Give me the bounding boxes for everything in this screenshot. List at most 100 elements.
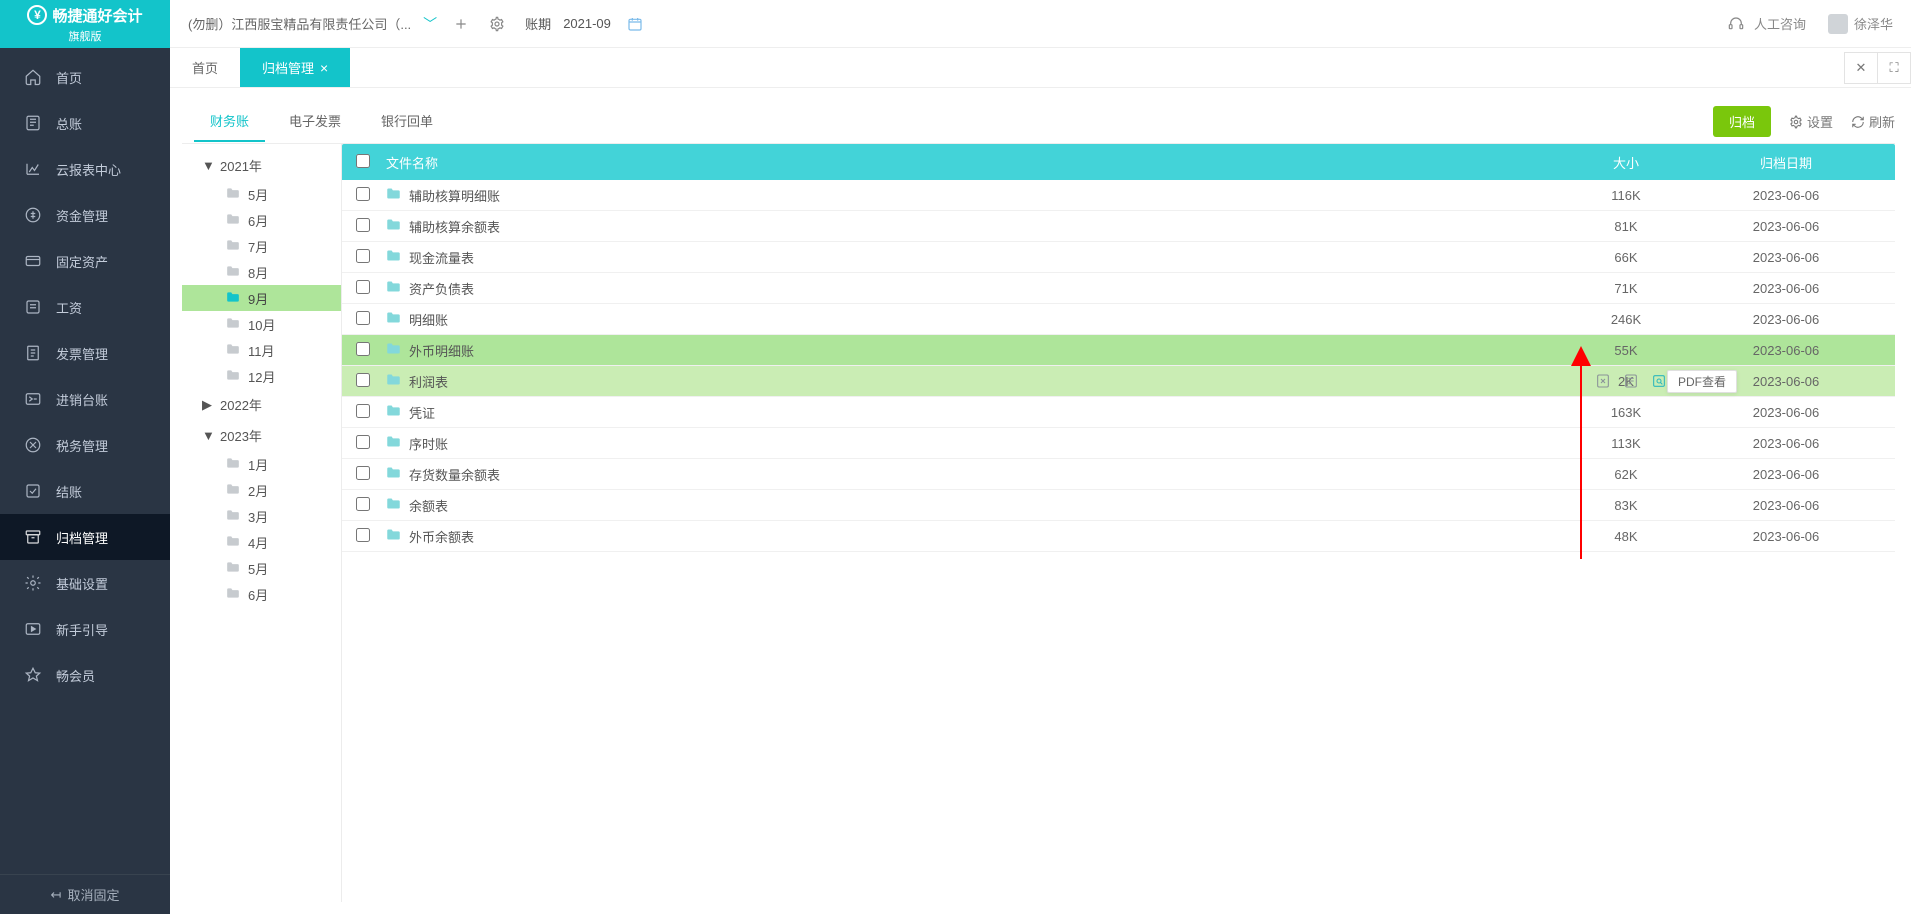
row-checkbox[interactable]: [356, 311, 370, 325]
file-date: 2023-06-06: [1691, 219, 1881, 234]
tree-month[interactable]: 11月: [182, 337, 341, 363]
sidebar-item-ledger[interactable]: 总账: [0, 100, 170, 146]
row-checkbox[interactable]: [356, 249, 370, 263]
table-row[interactable]: 明细账246K2023-06-06: [342, 304, 1895, 335]
tree-month[interactable]: 1月: [182, 451, 341, 477]
row-checkbox[interactable]: [356, 280, 370, 294]
company-dropdown-icon[interactable]: ﹀: [423, 14, 437, 34]
table-row[interactable]: 利润表2K2023-06-06PDF查看: [342, 366, 1895, 397]
company-name[interactable]: (勿删）江西服宝精品有限责任公司（...: [188, 14, 411, 33]
tree-month-label: 12月: [248, 367, 275, 386]
sidebar-item-label: 归档管理: [56, 528, 108, 547]
sidebar-item-guide[interactable]: 新手引导: [0, 606, 170, 652]
sidebar-item-member[interactable]: 畅会员: [0, 652, 170, 698]
tree-year[interactable]: ▼2021年: [182, 150, 341, 181]
table-row[interactable]: 资产负债表71K2023-06-06: [342, 273, 1895, 304]
period-label: 账期: [525, 14, 551, 33]
tree-month[interactable]: 7月: [182, 233, 341, 259]
tab-0[interactable]: 首页: [170, 48, 240, 87]
col-name: 文件名称: [386, 153, 1561, 172]
tab-fullscreen[interactable]: ⛶: [1877, 52, 1911, 84]
table-row[interactable]: 序时账113K2023-06-06: [342, 428, 1895, 459]
sidebar-item-label: 畅会员: [56, 666, 95, 685]
refresh-link[interactable]: 刷新: [1851, 112, 1895, 131]
sidebar-item-asset[interactable]: 固定资产: [0, 238, 170, 284]
tab-label: 归档管理: [262, 58, 314, 77]
sidebar-item-money[interactable]: 资金管理: [0, 192, 170, 238]
tree-month[interactable]: 5月: [182, 555, 341, 581]
tree-month[interactable]: 2月: [182, 477, 341, 503]
export-xls-icon[interactable]: [1593, 371, 1613, 391]
sidebar-footer-unpin[interactable]: ↤ 取消固定: [0, 874, 170, 914]
sidebar-item-invoice[interactable]: 发票管理: [0, 330, 170, 376]
tree-month[interactable]: 3月: [182, 503, 341, 529]
table-row[interactable]: 辅助核算明细账116K2023-06-06: [342, 180, 1895, 211]
sidebar-item-chart[interactable]: 云报表中心: [0, 146, 170, 192]
calendar-icon[interactable]: [623, 12, 647, 36]
tree-year[interactable]: ▼2023年: [182, 420, 341, 451]
sidebar-item-closing[interactable]: 结账: [0, 468, 170, 514]
tab-close-all[interactable]: ✕: [1844, 52, 1878, 84]
period-value[interactable]: 2021-09: [563, 16, 611, 31]
tree-month[interactable]: 4月: [182, 529, 341, 555]
row-checkbox[interactable]: [356, 187, 370, 201]
subtab-2[interactable]: 银行回单: [365, 101, 449, 142]
export-pdf-icon[interactable]: [1621, 371, 1641, 391]
row-checkbox[interactable]: [356, 528, 370, 542]
sidebar-item-label: 进销台账: [56, 390, 108, 409]
sidebar-item-tax[interactable]: 税务管理: [0, 422, 170, 468]
member-icon: [24, 666, 42, 684]
row-checkbox[interactable]: [356, 466, 370, 480]
table-row[interactable]: 外币余额表48K2023-06-06: [342, 521, 1895, 552]
row-checkbox[interactable]: [356, 373, 370, 387]
file-date: 2023-06-06: [1691, 343, 1881, 358]
file-name: 辅助核算余额表: [409, 217, 500, 236]
row-checkbox[interactable]: [356, 404, 370, 418]
user-name[interactable]: 徐泽华: [1854, 14, 1893, 33]
sidebar-item-label: 首页: [56, 68, 82, 87]
select-all-checkbox[interactable]: [356, 154, 370, 168]
table-row[interactable]: 外币明细账55K2023-06-06: [342, 335, 1895, 366]
sidebar-item-inout[interactable]: 进销台账: [0, 376, 170, 422]
table-row[interactable]: 余额表83K2023-06-06: [342, 490, 1895, 521]
close-icon[interactable]: ×: [320, 60, 328, 76]
tree-year[interactable]: ▶2022年: [182, 389, 341, 420]
tree-month[interactable]: 10月: [182, 311, 341, 337]
tab-1[interactable]: 归档管理 ×: [240, 48, 350, 87]
sidebar-item-archive[interactable]: 归档管理: [0, 514, 170, 560]
sidebar-item-salary[interactable]: 工资: [0, 284, 170, 330]
settings-link[interactable]: 设置: [1789, 112, 1833, 131]
consult-link[interactable]: 人工咨询: [1754, 14, 1806, 33]
tree-month[interactable]: 6月: [182, 581, 341, 607]
tree-month[interactable]: 8月: [182, 259, 341, 285]
tree-year-label: 2022年: [220, 395, 262, 414]
row-checkbox[interactable]: [356, 497, 370, 511]
tree-month[interactable]: 12月: [182, 363, 341, 389]
tree-month[interactable]: 9月: [182, 285, 341, 311]
table-row[interactable]: 现金流量表66K2023-06-06: [342, 242, 1895, 273]
sidebar-item-home[interactable]: 首页: [0, 54, 170, 100]
archive-button[interactable]: 归档: [1713, 106, 1771, 137]
subtab-0[interactable]: 财务账: [194, 101, 265, 142]
gear-icon[interactable]: [485, 12, 509, 36]
add-button[interactable]: [449, 12, 473, 36]
table-row[interactable]: 存货数量余额表62K2023-06-06: [342, 459, 1895, 490]
row-checkbox[interactable]: [356, 342, 370, 356]
subtab-1[interactable]: 电子发票: [273, 101, 357, 142]
tree-month[interactable]: 5月: [182, 181, 341, 207]
sidebar-item-label: 基础设置: [56, 574, 108, 593]
table-row[interactable]: 凭证163K2023-06-06: [342, 397, 1895, 428]
chart-icon: [24, 160, 42, 178]
tree-month[interactable]: 6月: [182, 207, 341, 233]
file-date: 2023-06-06: [1691, 467, 1881, 482]
folder-icon: [226, 457, 240, 472]
headset-icon[interactable]: [1724, 12, 1748, 36]
row-checkbox[interactable]: [356, 435, 370, 449]
folder-icon: [386, 466, 401, 482]
row-checkbox[interactable]: [356, 218, 370, 232]
page-tabs: 首页 归档管理 × ✕ ⛶: [170, 48, 1911, 88]
avatar[interactable]: [1828, 14, 1848, 34]
table-row[interactable]: 辅助核算余额表81K2023-06-06: [342, 211, 1895, 242]
folder-icon: [386, 373, 401, 389]
sidebar-item-settings[interactable]: 基础设置: [0, 560, 170, 606]
